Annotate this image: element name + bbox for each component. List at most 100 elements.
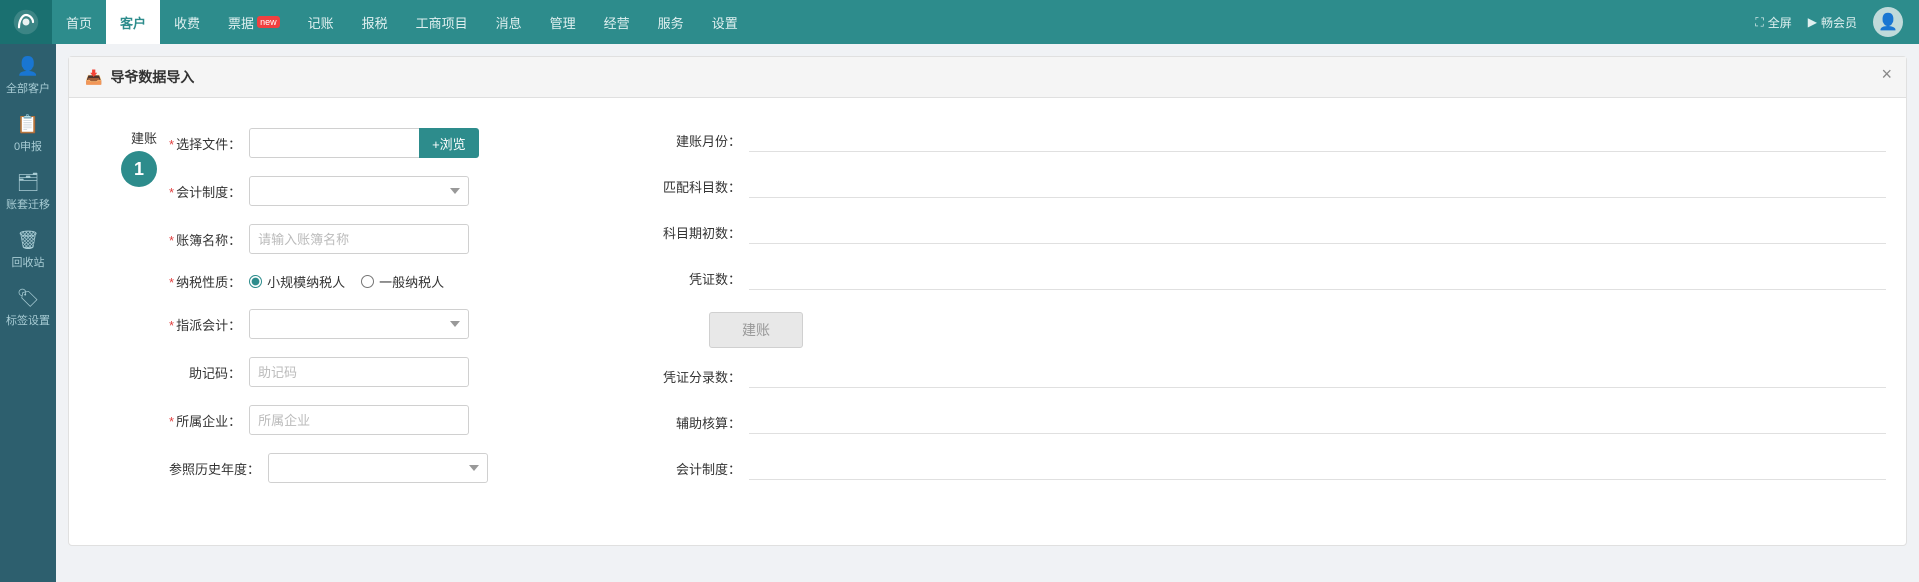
nav-billing[interactable]: 收费 — [160, 0, 214, 44]
play-icon: ▶ — [1808, 15, 1817, 29]
dialog-title: 导爷数据导入 — [110, 67, 194, 87]
file-input[interactable] — [249, 128, 419, 158]
nav-customers[interactable]: 客户 — [106, 0, 160, 44]
fullscreen-icon: ⛶ — [1755, 15, 1763, 30]
small-taxpayer-radio[interactable] — [249, 275, 262, 288]
nav-messages[interactable]: 消息 — [482, 0, 536, 44]
nav-items: 首页 客户 收费 票据 new 记账 报税 工商项目 消息 管理 经营 服务 设… — [52, 0, 1755, 44]
voucher-entries-row: 凭证分录数： — [649, 364, 1886, 388]
account-month-value — [749, 128, 1886, 152]
nav-invoices[interactable]: 票据 new — [214, 0, 294, 44]
match-subjects-label: 匹配科目数： — [649, 177, 749, 196]
sidebar-item-recycle[interactable]: 🗑 回收站 — [0, 222, 56, 278]
accountant-select-wrapper — [249, 309, 469, 339]
accountant-row: *指派会计： — [169, 309, 609, 339]
nav-tax[interactable]: 报税 — [348, 0, 402, 44]
migrate-icon: 🗂 — [17, 172, 40, 193]
voucher-count-row: 凭证数： — [649, 266, 1886, 290]
voucher-entries-value — [749, 364, 1886, 388]
step-circle: 1 — [121, 151, 157, 187]
step-label: 建账 — [131, 128, 157, 147]
accountant-select[interactable] — [249, 309, 469, 339]
file-row: *选择文件： +浏览 — [169, 128, 609, 158]
build-account-button[interactable]: 建账 — [709, 312, 803, 348]
history-year-select-wrapper — [268, 453, 488, 483]
accounting-system-info-value — [749, 456, 1886, 480]
recycle-icon: 🗑 — [17, 230, 40, 251]
nav-bookkeeping[interactable]: 记账 — [294, 0, 348, 44]
subject-init-value — [749, 220, 1886, 244]
new-badge: new — [257, 16, 280, 29]
sidebar-item-tags[interactable]: 🏷 标签设置 — [0, 280, 56, 336]
ledger-name-label: *账簿名称： — [169, 230, 249, 249]
ledger-name-row: *账簿名称： — [169, 224, 609, 254]
dialog-body: 建账 1 *选择文件： +浏览 — [69, 98, 1906, 522]
tax-type-radio-group: 小规模纳税人 一般纳税人 — [249, 272, 444, 291]
owner-company-input[interactable] — [249, 405, 469, 435]
nav-right: ⛶ 全屏 ▶ 畅会员 👤 — [1755, 7, 1919, 37]
general-taxpayer-option[interactable]: 一般纳税人 — [361, 272, 444, 291]
top-navigation: 首页 客户 收费 票据 new 记账 报税 工商项目 消息 管理 经营 服务 设… — [0, 0, 1919, 44]
history-year-label: 参照历史年度： — [169, 459, 268, 478]
tax-type-label: *纳税性质： — [169, 272, 249, 291]
accountant-label: *指派会计： — [169, 315, 249, 334]
nav-home[interactable]: 首页 — [52, 0, 106, 44]
small-taxpayer-option[interactable]: 小规模纳税人 — [249, 272, 345, 291]
history-year-select[interactable] — [268, 453, 488, 483]
user-avatar[interactable]: 👤 — [1873, 7, 1903, 37]
tag-icon: 🏷 — [17, 288, 40, 309]
file-label: *选择文件： — [169, 134, 249, 153]
general-taxpayer-radio[interactable] — [361, 275, 374, 288]
required-star2: * — [169, 185, 174, 200]
memo-code-label: 助记码： — [169, 363, 249, 382]
memo-code-input[interactable] — [249, 357, 469, 387]
match-subjects-value — [749, 174, 1886, 198]
form-section: *选择文件： +浏览 *会计制度： — [169, 128, 609, 502]
required-star4: * — [169, 275, 174, 290]
required-star3: * — [169, 233, 174, 248]
app-logo[interactable] — [0, 0, 52, 44]
accounting-system-select[interactable] — [249, 176, 469, 206]
nav-operations[interactable]: 经营 — [590, 0, 644, 44]
sidebar: 👤 全部客户 📋 0申报 🗂 账套迁移 🗑 回收站 🏷 标签设置 — [0, 44, 56, 582]
vip-btn[interactable]: ▶ 畅会员 — [1808, 14, 1857, 31]
voucher-count-value — [749, 266, 1886, 290]
nav-business[interactable]: 工商项目 — [402, 0, 482, 44]
voucher-count-label: 凭证数： — [649, 269, 749, 288]
voucher-entries-label: 凭证分录数： — [649, 367, 749, 386]
nav-settings[interactable]: 设置 — [698, 0, 752, 44]
accounting-system-select-wrapper — [249, 176, 469, 206]
history-year-row: 参照历史年度： — [169, 453, 609, 483]
aux-accounting-label: 辅助核算： — [649, 413, 749, 432]
sidebar-item-all-customers[interactable]: 👤 全部客户 — [0, 48, 56, 104]
sidebar-item-account-migrate[interactable]: 🗂 账套迁移 — [0, 164, 56, 220]
all-customers-icon: 👤 — [17, 56, 39, 77]
aux-accounting-row: 辅助核算： — [649, 410, 1886, 434]
dialog-panel: 📥 导爷数据导入 × 建账 1 *选择文件： — [68, 56, 1907, 546]
info-section: 建账月份： 匹配科目数： 科目期初数： 凭证数： — [609, 128, 1886, 502]
zero-declare-icon: 📋 — [17, 114, 39, 135]
import-icon: 📥 — [85, 69, 102, 86]
accounting-system-label: *会计制度： — [169, 182, 249, 201]
avatar-icon: 👤 — [1878, 12, 1898, 32]
main-content: 📥 导爷数据导入 × 建账 1 *选择文件： — [56, 44, 1919, 582]
memo-code-row: 助记码： — [169, 357, 609, 387]
ledger-name-input[interactable] — [249, 224, 469, 254]
aux-accounting-value — [749, 410, 1886, 434]
fullscreen-btn[interactable]: ⛶ 全屏 — [1755, 14, 1791, 31]
subject-init-label: 科目期初数： — [649, 223, 749, 242]
sidebar-item-zero-declare[interactable]: 📋 0申报 — [0, 106, 56, 162]
nav-services[interactable]: 服务 — [644, 0, 698, 44]
required-star: * — [169, 137, 174, 152]
tax-type-row: *纳税性质： 小规模纳税人 一般纳税人 — [169, 272, 609, 291]
owner-company-row: *所属企业： — [169, 405, 609, 435]
close-button[interactable]: × — [1881, 65, 1892, 83]
owner-company-label: *所属企业： — [169, 411, 249, 430]
accounting-system-row: *会计制度： — [169, 176, 609, 206]
subject-init-row: 科目期初数： — [649, 220, 1886, 244]
browse-button[interactable]: +浏览 — [419, 128, 479, 158]
account-month-row: 建账月份： — [649, 128, 1886, 152]
accounting-system-info-row: 会计制度： — [649, 456, 1886, 480]
nav-manage[interactable]: 管理 — [536, 0, 590, 44]
step-section: 建账 1 — [89, 128, 169, 502]
